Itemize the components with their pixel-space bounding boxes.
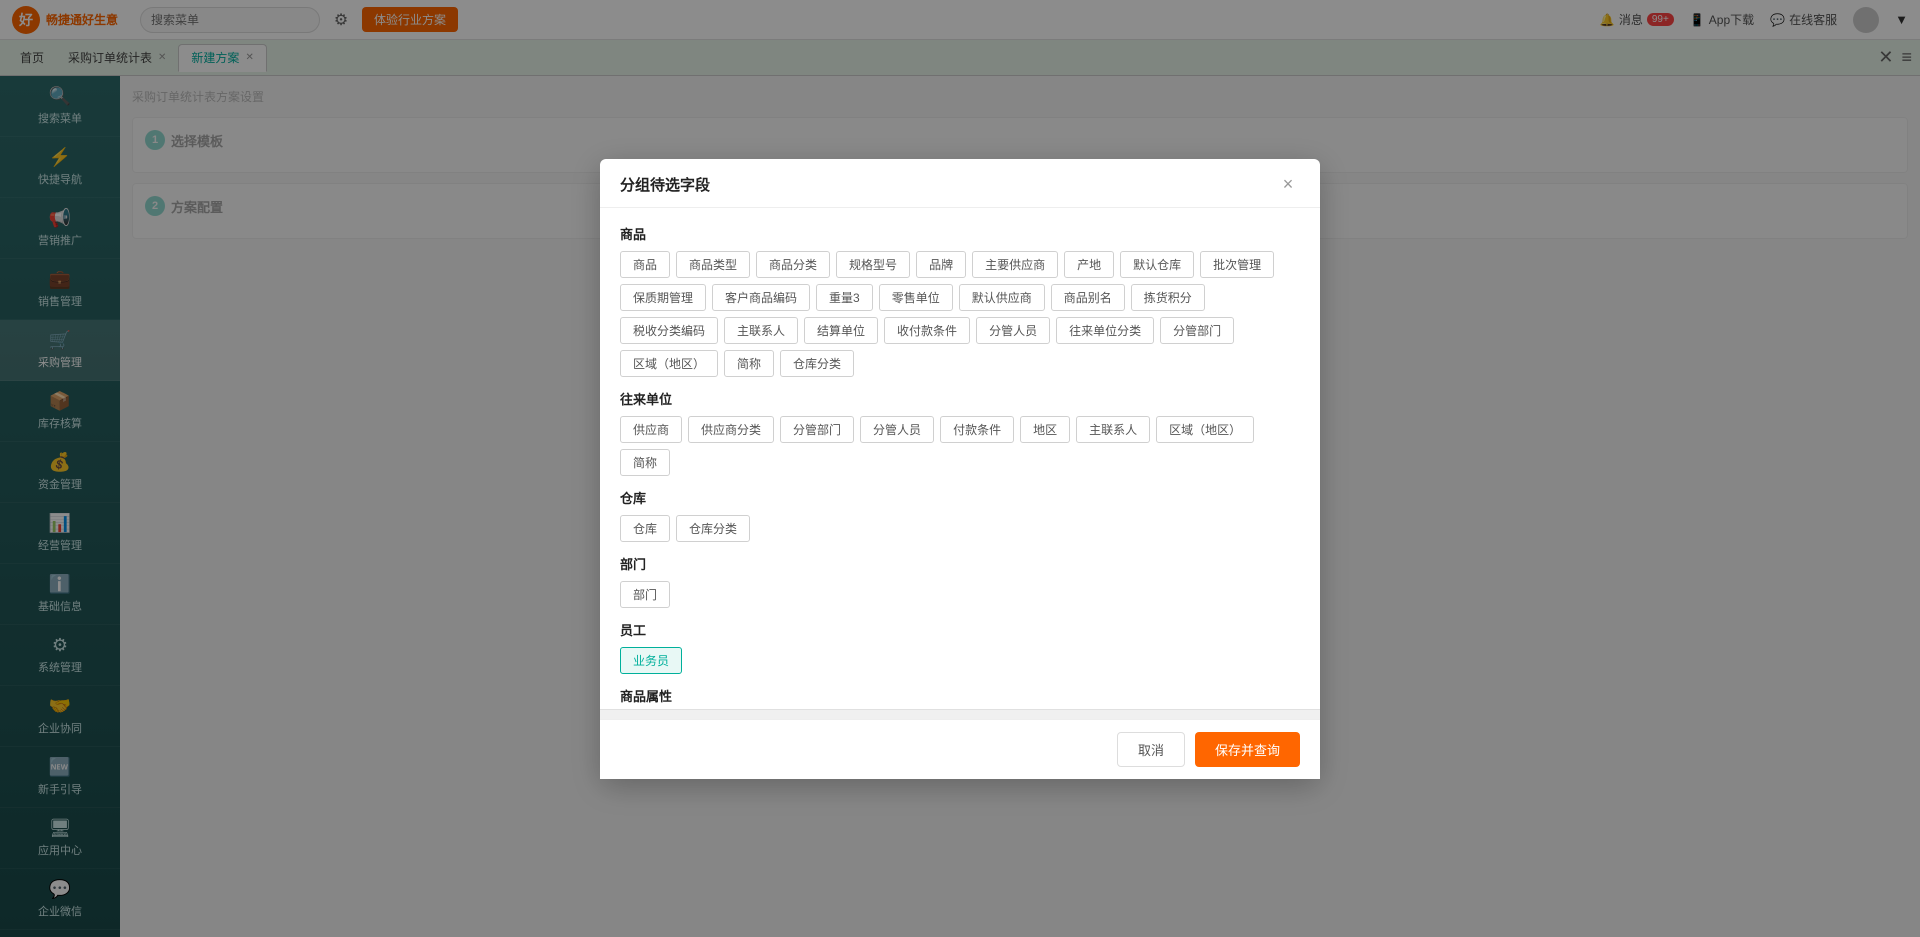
field-tag-0-1[interactable]: 商品类型: [676, 251, 750, 278]
section-title-0: 商品: [620, 224, 1300, 243]
modal-header: 分组待选字段 ×: [600, 159, 1320, 208]
cancel-button[interactable]: 取消: [1117, 732, 1185, 767]
field-tags-0: 商品商品类型商品分类规格型号品牌主要供应商产地默认仓库批次管理保质期管理客户商品…: [620, 251, 1300, 377]
field-tags-3: 部门: [620, 581, 1300, 608]
field-tag-0-20[interactable]: 分管人员: [976, 317, 1050, 344]
field-tag-1-4[interactable]: 付款条件: [940, 416, 1014, 443]
field-tag-0-15[interactable]: 拣货积分: [1131, 284, 1205, 311]
field-tag-0-8[interactable]: 批次管理: [1200, 251, 1274, 278]
field-tag-0-16[interactable]: 税收分类编码: [620, 317, 718, 344]
field-tag-1-1[interactable]: 供应商分类: [688, 416, 774, 443]
field-tags-4: 业务员: [620, 647, 1300, 674]
field-tag-0-22[interactable]: 分管部门: [1160, 317, 1234, 344]
field-tag-0-9[interactable]: 保质期管理: [620, 284, 706, 311]
field-tag-0-13[interactable]: 默认供应商: [959, 284, 1045, 311]
field-tag-1-7[interactable]: 区域（地区）: [1156, 416, 1254, 443]
field-tags-1: 供应商供应商分类分管部门分管人员付款条件地区主联系人区域（地区） 简称: [620, 416, 1300, 476]
field-tag-0-25[interactable]: 仓库分类: [780, 350, 854, 377]
modal-overlay: 分组待选字段 × 商品商品商品类型商品分类规格型号品牌主要供应商产地默认仓库批次…: [0, 0, 1920, 937]
modal-hscroll[interactable]: [600, 709, 1320, 718]
field-tag-1-8[interactable]: 简称: [620, 449, 670, 476]
section-title-5: 商品属性: [620, 686, 1300, 705]
field-tag-0-5[interactable]: 主要供应商: [972, 251, 1058, 278]
field-tag-0-4[interactable]: 品牌: [916, 251, 966, 278]
confirm-button[interactable]: 保存并查询: [1195, 732, 1300, 767]
modal-footer: 取消 保存并查询: [600, 719, 1320, 779]
field-tag-0-23[interactable]: 区域（地区）: [620, 350, 718, 377]
field-tag-2-1[interactable]: 仓库分类: [676, 515, 750, 542]
field-tag-0-18[interactable]: 结算单位: [804, 317, 878, 344]
field-tag-2-0[interactable]: 仓库: [620, 515, 670, 542]
field-tag-0-11[interactable]: 重量3: [816, 284, 873, 311]
section-title-3: 部门: [620, 554, 1300, 573]
field-tag-1-5[interactable]: 地区: [1020, 416, 1070, 443]
field-tags-2: 仓库仓库分类: [620, 515, 1300, 542]
field-tag-1-0[interactable]: 供应商: [620, 416, 682, 443]
modal-title: 分组待选字段: [620, 174, 710, 195]
field-tag-0-21[interactable]: 往来单位分类: [1056, 317, 1154, 344]
field-tag-1-3[interactable]: 分管人员: [860, 416, 934, 443]
field-tag-3-0[interactable]: 部门: [620, 581, 670, 608]
field-tag-0-10[interactable]: 客户商品编码: [712, 284, 810, 311]
field-tag-0-19[interactable]: 收付款条件: [884, 317, 970, 344]
field-tag-0-2[interactable]: 商品分类: [756, 251, 830, 278]
section-title-2: 仓库: [620, 488, 1300, 507]
field-select-modal: 分组待选字段 × 商品商品商品类型商品分类规格型号品牌主要供应商产地默认仓库批次…: [600, 159, 1320, 779]
field-tag-0-17[interactable]: 主联系人: [724, 317, 798, 344]
section-title-4: 员工: [620, 620, 1300, 639]
modal-body: 商品商品商品类型商品分类规格型号品牌主要供应商产地默认仓库批次管理保质期管理客户…: [600, 208, 1320, 710]
field-tag-0-7[interactable]: 默认仓库: [1120, 251, 1194, 278]
field-tag-4-0[interactable]: 业务员: [620, 647, 682, 674]
section-title-1: 往来单位: [620, 389, 1300, 408]
modal-close-button[interactable]: ×: [1276, 173, 1300, 197]
field-tag-1-2[interactable]: 分管部门: [780, 416, 854, 443]
field-tag-0-3[interactable]: 规格型号: [836, 251, 910, 278]
field-tag-0-14[interactable]: 商品别名: [1051, 284, 1125, 311]
field-tag-0-0[interactable]: 商品: [620, 251, 670, 278]
field-tag-1-6[interactable]: 主联系人: [1076, 416, 1150, 443]
field-tag-0-24[interactable]: 简称: [724, 350, 774, 377]
field-tag-0-6[interactable]: 产地: [1064, 251, 1114, 278]
field-tag-0-12[interactable]: 零售单位: [879, 284, 953, 311]
